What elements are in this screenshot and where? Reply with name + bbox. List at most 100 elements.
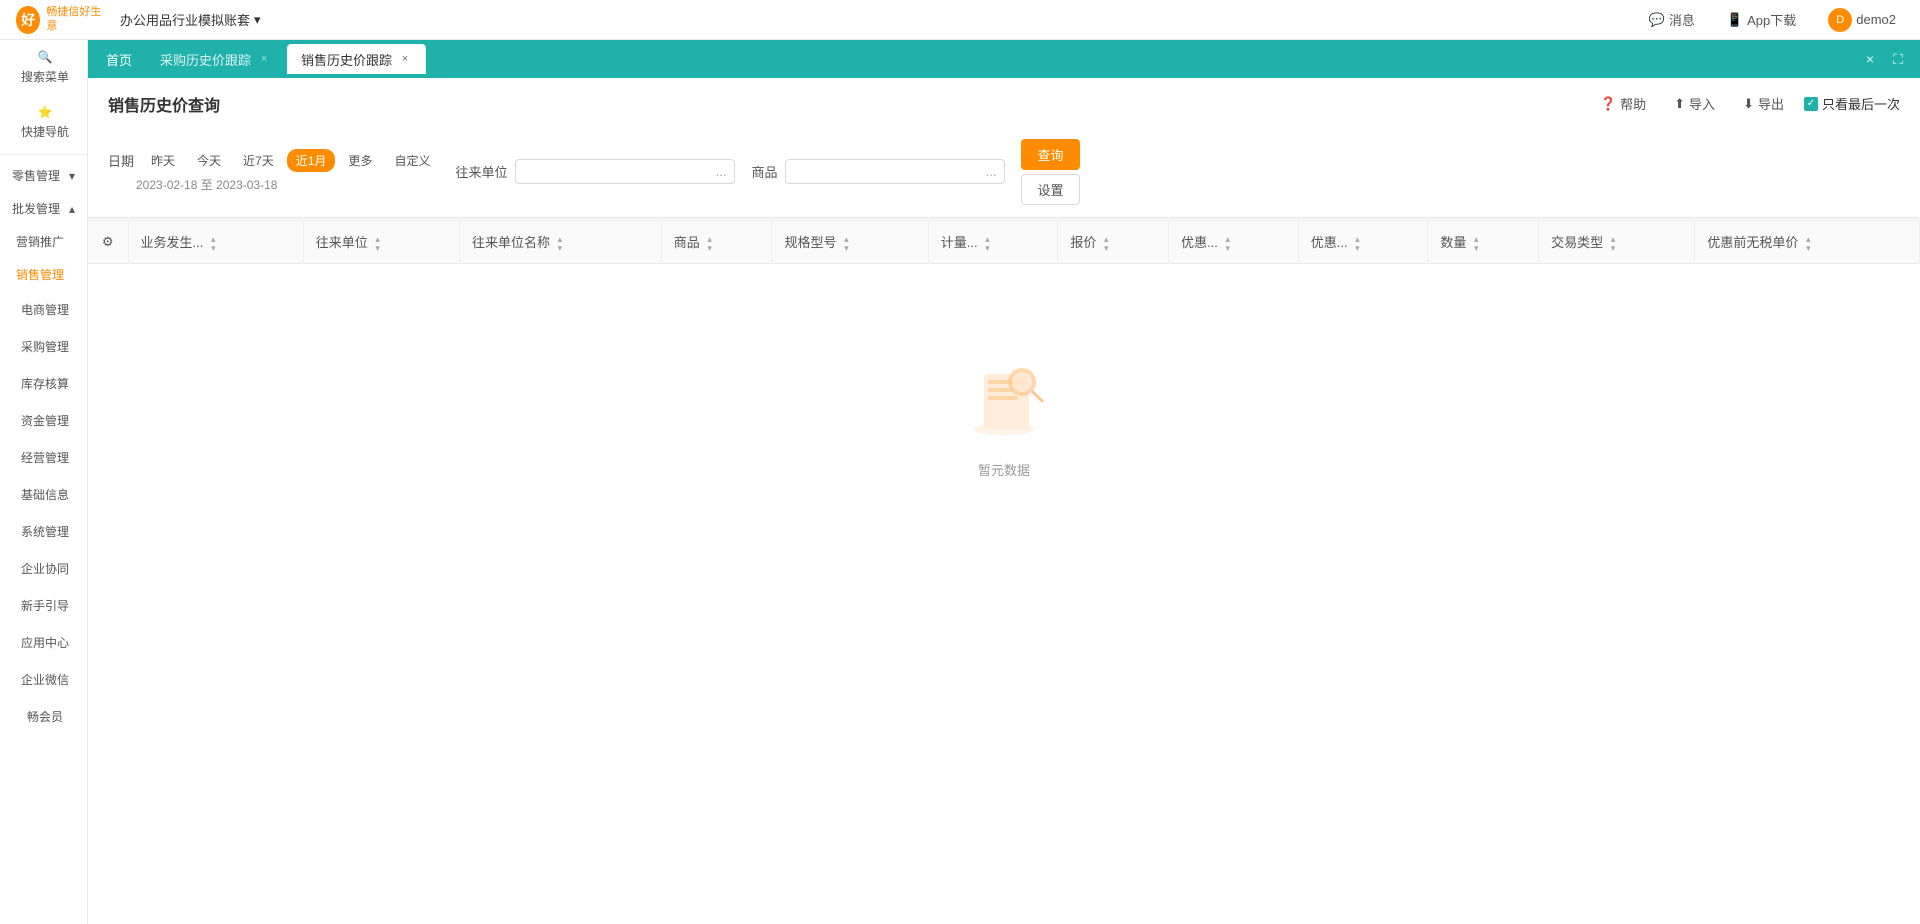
sidebar-item-marketing[interactable]: 营销推广 (0, 225, 87, 258)
query-button[interactable]: 查询 (1021, 139, 1079, 170)
empty-illustration (954, 344, 1054, 444)
tab-sales-history-close[interactable]: × (398, 52, 412, 66)
download-icon: 📱 (1727, 12, 1743, 28)
maximize-btn[interactable]: ⛶ (1888, 49, 1908, 69)
tab-purchase-history-close[interactable]: × (257, 52, 271, 66)
app-selector[interactable]: 办公用品行业模拟账套 ▾ (112, 6, 269, 33)
help-icon: ❓ (1600, 96, 1616, 112)
setting-button[interactable]: 设置 (1021, 174, 1079, 205)
sort-icon-unit: ▴▾ (985, 235, 990, 253)
import-btn[interactable]: ⬆ 导入 (1666, 90, 1723, 117)
col-partner-code[interactable]: 往来单位 ▴▾ (303, 222, 459, 263)
date-btn-today[interactable]: 今天 (188, 149, 230, 172)
date-btn-custom[interactable]: 自定义 (385, 149, 439, 172)
sidebar-item-finance[interactable]: 资金管理 (0, 402, 87, 439)
sidebar-item-purchase[interactable]: 采购管理 (0, 328, 87, 365)
page-content: 销售历史价查询 ❓ 帮助 ⬆ 导入 ⬇ 导出 (88, 78, 1920, 924)
page-header: 销售历史价查询 ❓ 帮助 ⬆ 导入 ⬇ 导出 (88, 78, 1920, 218)
logo-icon: 好 (16, 6, 40, 34)
sidebar-item-wholesale[interactable]: 批发管理 ▴ (0, 192, 87, 225)
date-filter: 日期 昨天 今天 近7天 近1月 更多 自定义 2023-02-18 至 202… (108, 149, 439, 193)
col-price[interactable]: 报价 ▴▾ (1058, 222, 1169, 263)
only-last-checkbox[interactable]: ✓ (1804, 97, 1818, 111)
table-header-row: ⚙ 业务发生... ▴▾ 往来单位 ▴▾ 往来单位名称 ▴▾ (88, 222, 1920, 263)
sidebar-item-ecommerce[interactable]: 电商管理 (0, 291, 87, 328)
col-settings[interactable]: ⚙ (88, 222, 128, 263)
date-btn-more[interactable]: 更多 (339, 149, 381, 172)
sidebar-item-inventory[interactable]: 库存核算 (0, 365, 87, 402)
sidebar: 🔍 搜索菜单 ⭐ 快捷导航 零售管理 ▾ 批发管理 ▴ 营销推广 销售管理 电商… (0, 40, 88, 924)
col-partner-name[interactable]: 往来单位名称 ▴▾ (459, 222, 661, 263)
sidebar-item-wechat[interactable]: 企业微信 (0, 661, 87, 698)
col-qty[interactable]: 数量 ▴▾ (1428, 222, 1539, 263)
data-table: ⚙ 业务发生... ▴▾ 往来单位 ▴▾ 往来单位名称 ▴▾ (88, 222, 1920, 264)
sort-icon-product: ▴▾ (707, 235, 712, 253)
search-bar: 日期 昨天 今天 近7天 近1月 更多 自定义 2023-02-18 至 202… (108, 129, 1900, 209)
close-tab-btn[interactable]: × (1860, 49, 1880, 69)
sort-icon-trade-type: ▴▾ (1611, 235, 1616, 253)
tab-home[interactable]: 首页 (92, 44, 146, 74)
col-trade-type[interactable]: 交易类型 ▴▾ (1539, 222, 1695, 263)
star-icon: ⭐ (38, 105, 53, 119)
help-btn[interactable]: ❓ 帮助 (1592, 90, 1654, 117)
col-spec[interactable]: 规格型号 ▴▾ (772, 222, 928, 263)
sidebar-item-search[interactable]: 🔍 搜索菜单 (0, 40, 87, 95)
chevron-down-icon: ▾ (254, 12, 261, 28)
sort-icon-discount2: ▴▾ (1355, 235, 1360, 253)
sidebar-item-basic[interactable]: 基础信息 (0, 476, 87, 513)
sidebar-item-quicknav[interactable]: ⭐ 快捷导航 (0, 95, 87, 150)
user-menu-btn[interactable]: D demo2 (1820, 4, 1904, 36)
tab-bar: 首页 采购历史价跟踪 × 销售历史价跟踪 × × ⛶ (88, 40, 1920, 78)
only-last-label: 只看最后一次 (1822, 94, 1900, 113)
date-label: 日期 (108, 151, 134, 170)
sidebar-item-guide[interactable]: 新手引导 (0, 587, 87, 624)
chevron-up-icon: ▴ (69, 202, 75, 216)
partner-input[interactable]: ... (515, 159, 735, 184)
only-last-checkbox-area: ✓ 只看最后一次 (1804, 94, 1900, 113)
date-options: 昨天 今天 近7天 近1月 更多 自定义 (142, 149, 439, 172)
tab-purchase-history-label: 采购历史价跟踪 (160, 50, 251, 69)
col-discount2[interactable]: 优惠... ▴▾ (1298, 222, 1428, 263)
search-icon: 🔍 (38, 50, 53, 64)
date-btn-yesterday[interactable]: 昨天 (142, 149, 184, 172)
tab-sales-history[interactable]: 销售历史价跟踪 × (287, 44, 426, 74)
logo-area: 好 畅捷信好生意 (16, 6, 104, 34)
empty-state: 暂元数据 (88, 264, 1920, 559)
logo-text: 畅捷信好生意 (46, 6, 104, 32)
page-title-actions: ❓ 帮助 ⬆ 导入 ⬇ 导出 ✓ 只看最后一次 (1592, 90, 1900, 117)
tab-sales-history-label: 销售历史价跟踪 (301, 50, 392, 69)
sidebar-item-operation[interactable]: 经营管理 (0, 439, 87, 476)
sidebar-divider (0, 154, 87, 155)
message-icon: 💬 (1649, 12, 1665, 28)
date-range: 2023-02-18 至 2023-03-18 (136, 176, 439, 193)
sidebar-item-retail[interactable]: 零售管理 ▾ (0, 159, 87, 192)
product-input[interactable]: ... (785, 159, 1005, 184)
date-btn-last7[interactable]: 近7天 (234, 149, 283, 172)
message-btn[interactable]: 💬 消息 (1641, 6, 1703, 33)
date-btn-last1m[interactable]: 近1月 (287, 149, 336, 172)
sort-icon-spec: ▴▾ (844, 235, 849, 253)
col-product[interactable]: 商品 ▴▾ (661, 222, 772, 263)
tab-purchase-history[interactable]: 采购历史价跟踪 × (146, 44, 285, 74)
col-pretax-price[interactable]: 优惠前无税单价 ▴▾ (1695, 222, 1920, 263)
col-unit[interactable]: 计量... ▴▾ (928, 222, 1058, 263)
export-icon: ⬇ (1743, 96, 1754, 112)
sidebar-item-member[interactable]: 畅会员 (0, 698, 87, 735)
col-discount1[interactable]: 优惠... ▴▾ (1169, 222, 1299, 263)
import-icon: ⬆ (1674, 96, 1685, 112)
tab-actions: × ⛶ (1860, 49, 1916, 69)
partner-field: 往来单位 ... (455, 159, 735, 184)
app-download-btn[interactable]: 📱 App下载 (1719, 6, 1804, 33)
sidebar-item-appcenter[interactable]: 应用中心 (0, 624, 87, 661)
avatar: D (1828, 8, 1852, 32)
chevron-down-icon: ▾ (69, 169, 75, 183)
col-biz-date[interactable]: 业务发生... ▴▾ (128, 222, 303, 263)
sidebar-item-sales[interactable]: 销售管理 (0, 258, 87, 291)
page-title: 销售历史价查询 (108, 92, 220, 116)
product-field: 商品 ... (751, 159, 1005, 184)
content-area: 首页 采购历史价跟踪 × 销售历史价跟踪 × × ⛶ 销售历史价查询 (88, 40, 1920, 924)
sidebar-item-enterprise[interactable]: 企业协同 (0, 550, 87, 587)
export-btn[interactable]: ⬇ 导出 (1735, 90, 1792, 117)
main-layout: 🔍 搜索菜单 ⭐ 快捷导航 零售管理 ▾ 批发管理 ▴ 营销推广 销售管理 电商… (0, 40, 1920, 924)
sidebar-item-system[interactable]: 系统管理 (0, 513, 87, 550)
